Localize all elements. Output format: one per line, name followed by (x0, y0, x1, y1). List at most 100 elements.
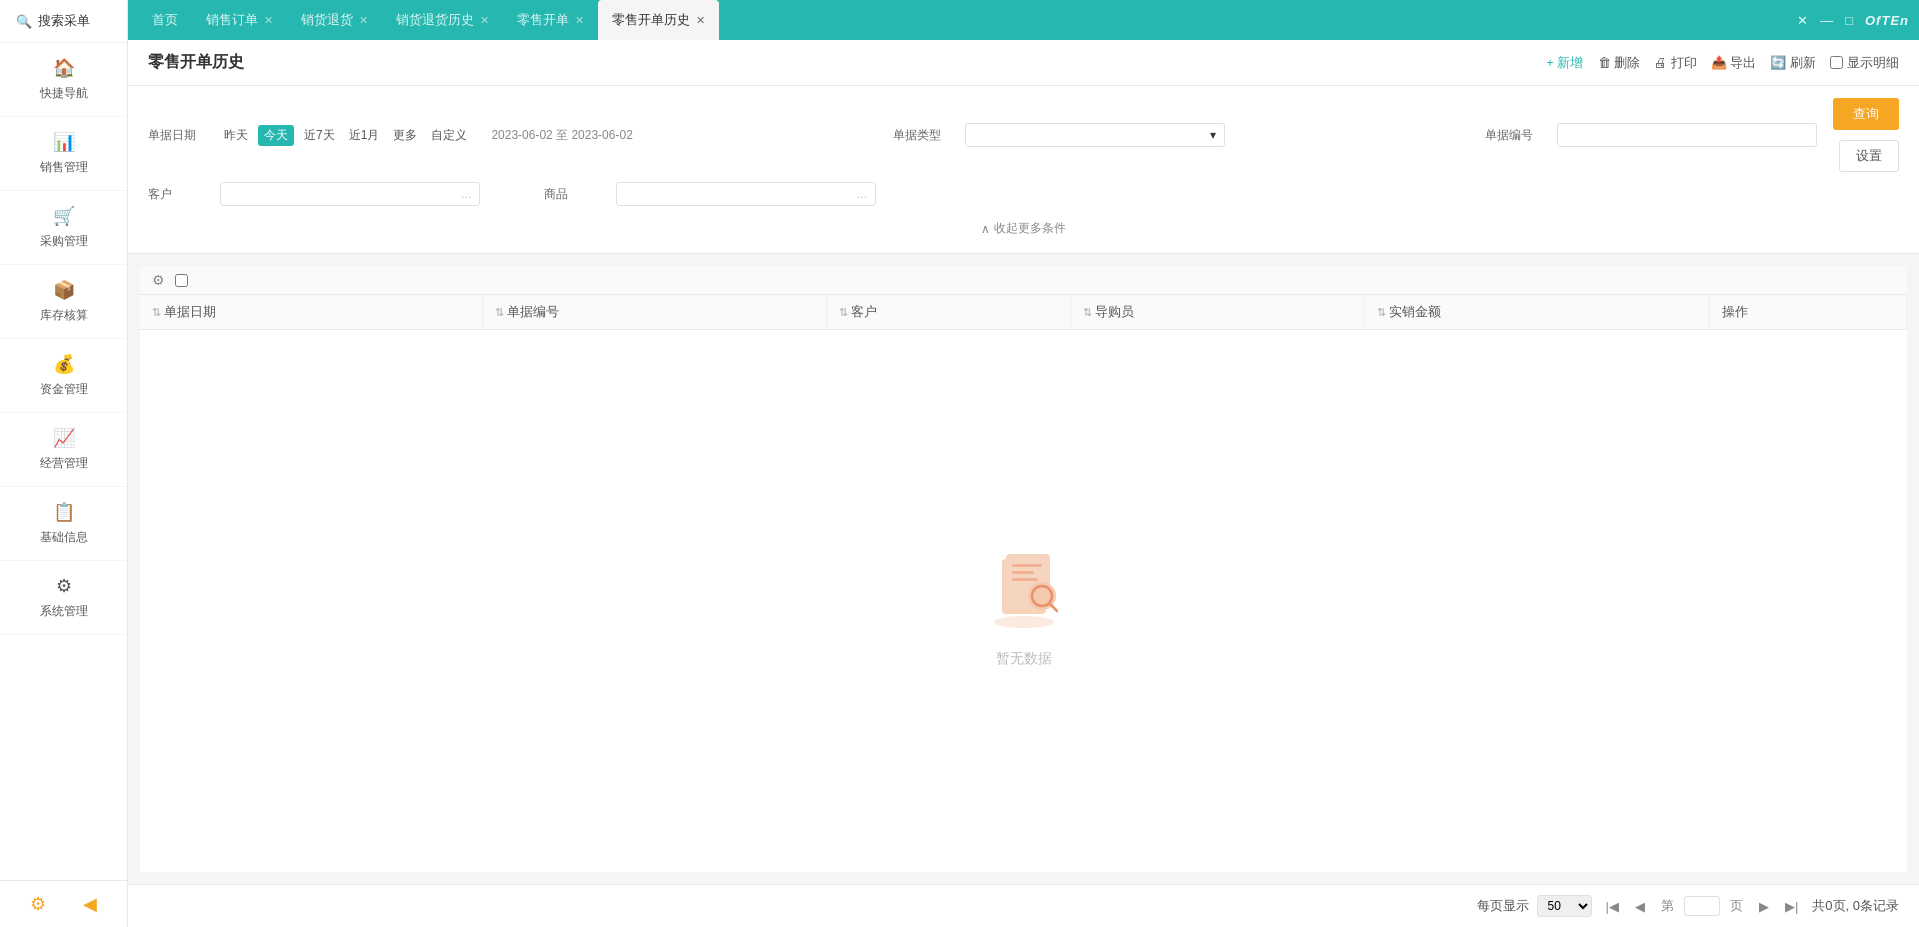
order-type-select[interactable]: ▾ (965, 123, 1225, 147)
page-unit-label: 页 (1724, 895, 1749, 917)
setting-button[interactable]: 设置 (1839, 140, 1899, 172)
order-no-input[interactable] (1557, 123, 1817, 147)
date-shortcut-近1月[interactable]: 近1月 (345, 125, 384, 146)
col-header-no[interactable]: ⇅单据编号 (482, 295, 826, 330)
content-area: ⚙ ⇅单据日期⇅单据编号⇅客户⇅导购员⇅实销金额操作 (128, 254, 1919, 884)
sidebar-item-label-purchase-mgmt: 采购管理 (40, 233, 88, 250)
inventory-icon: 📦 (53, 279, 75, 301)
finance-mgmt-icon: 💰 (53, 353, 75, 375)
last-page-btn[interactable]: ▶| (1779, 897, 1804, 916)
search-icon: 🔍 (16, 14, 32, 29)
col-header-action: 操作 (1709, 295, 1906, 330)
col-header-date[interactable]: ⇅单据日期 (140, 295, 482, 330)
page-area: 零售开单历史 + 新增 🗑 删除 🖨 打印 📤 导出 🔄 刷新 显示明细 单据日… (128, 40, 1919, 927)
tab-label-retail-open: 零售开单 (517, 11, 569, 29)
order-type-label: 单据类型 (893, 127, 949, 144)
goods-dots: ... (857, 187, 867, 201)
tab-sales-return[interactable]: 销货退货✕ (287, 0, 382, 40)
sidebar-item-basic-info[interactable]: 📋 基础信息 (0, 487, 127, 561)
minimize-icon[interactable]: — (1820, 13, 1833, 28)
sort-arrows-amount: ⇅ (1377, 306, 1386, 318)
sidebar-item-label-quick-nav: 快捷导航 (40, 85, 88, 102)
pagination: 每页显示 50 100 200 |◀ ◀ 第 1 页 ▶ ▶| 共0页, 0条记… (128, 884, 1919, 927)
maximize-icon[interactable]: □ (1845, 13, 1853, 28)
tab-close-sales-return[interactable]: ✕ (359, 14, 368, 27)
date-shortcut-昨天[interactable]: 昨天 (220, 125, 252, 146)
tab-label-sales-order: 销售订单 (206, 11, 258, 29)
data-table: ⇅单据日期⇅单据编号⇅客户⇅导购员⇅实销金额操作 (140, 295, 1907, 330)
table-settings-icon[interactable]: ⚙ (152, 272, 165, 288)
sort-arrows-date: ⇅ (152, 306, 161, 318)
sidebar-item-purchase-mgmt[interactable]: 🛒 采购管理 (0, 191, 127, 265)
svg-rect-5 (1012, 578, 1038, 581)
basic-info-icon: 📋 (53, 501, 75, 523)
sidebar-item-label-finance-mgmt: 资金管理 (40, 381, 88, 398)
sidebar-bottom: ⚙ ◀ (0, 880, 127, 927)
print-button[interactable]: 🖨 打印 (1654, 54, 1697, 72)
collapse-sidebar-icon[interactable]: ◀ (83, 893, 97, 915)
sidebar-item-operation-mgmt[interactable]: 📈 经营管理 (0, 413, 127, 487)
svg-line-8 (1050, 604, 1057, 611)
sidebar-search[interactable]: 🔍 搜索采单 (0, 0, 127, 43)
table-area: ⚙ ⇅单据日期⇅单据编号⇅客户⇅导购员⇅实销金额操作 (140, 266, 1907, 872)
export-button[interactable]: 📤 导出 (1711, 54, 1757, 72)
sidebar-item-label-sales-mgmt: 销售管理 (40, 159, 88, 176)
page-actions: + 新增 🗑 删除 🖨 打印 📤 导出 🔄 刷新 显示明细 (1546, 54, 1899, 72)
tab-retail-open[interactable]: 零售开单 ✕ (503, 0, 598, 40)
date-shortcut-自定义[interactable]: 自定义 (427, 125, 471, 146)
first-page-btn[interactable]: |◀ (1600, 897, 1625, 916)
dropdown-icon: ▾ (1210, 128, 1216, 142)
tab-close-sales-return-history[interactable]: ✕ (480, 14, 489, 27)
top-nav: 首页销售订单✕销货退货✕销货退货历史✕零售开单✕零售开单历史✕ ✕ — □ Of… (128, 0, 1919, 40)
date-shortcut-近7天[interactable]: 近7天 (300, 125, 339, 146)
sidebar-search-label: 搜索采单 (38, 12, 90, 30)
filter-row-1: 单据日期 昨天今天近7天近1月更多自定义 2023-06-02 至 2023-0… (148, 98, 1899, 172)
add-button[interactable]: + 新增 (1546, 54, 1583, 72)
sidebar-item-sales-mgmt[interactable]: 📊 销售管理 (0, 117, 127, 191)
col-header-amount[interactable]: ⇅实销金额 (1365, 295, 1709, 330)
close-window-icon[interactable]: ✕ (1797, 13, 1808, 28)
sidebar-item-label-system-mgmt: 系统管理 (40, 603, 88, 620)
sort-arrows-salesperson: ⇅ (1083, 306, 1092, 318)
sidebar-item-finance-mgmt[interactable]: 💰 资金管理 (0, 339, 127, 413)
sidebar-item-quick-nav[interactable]: 🏠 快捷导航 (0, 43, 127, 117)
prev-page-btn[interactable]: ◀ (1629, 897, 1651, 916)
tab-label-home: 首页 (152, 11, 178, 29)
collapse-button[interactable]: ∧ 收起更多条件 (148, 216, 1899, 241)
sidebar: 🔍 搜索采单 🏠 快捷导航📊 销售管理🛒 采购管理📦 库存核算💰 资金管理📈 经… (0, 0, 128, 927)
filter-row-2: 客户 ... 商品 ... (148, 182, 1899, 206)
date-range-display: 2023-06-02 至 2023-06-02 (491, 127, 632, 144)
tab-sales-order[interactable]: 销售订单 ✕ (192, 0, 287, 40)
customer-select[interactable]: ... (220, 182, 480, 206)
select-all-checkbox[interactable] (175, 274, 188, 287)
settings-bottom-icon[interactable]: ⚙ (30, 893, 46, 915)
svg-point-0 (994, 616, 1054, 628)
date-shortcut-更多[interactable]: 更多 (389, 125, 421, 146)
tab-close-sales-order[interactable]: ✕ (264, 14, 273, 27)
tab-sales-return-history[interactable]: 销货退货历史✕ (382, 0, 503, 40)
refresh-button[interactable]: 🔄 刷新 (1770, 54, 1816, 72)
date-filter-label: 单据日期 (148, 127, 204, 144)
tab-close-retail-open-history[interactable]: ✕ (696, 14, 705, 27)
col-header-salesperson[interactable]: ⇅导购员 (1071, 295, 1365, 330)
empty-illustration (974, 534, 1074, 634)
sidebar-item-inventory[interactable]: 📦 库存核算 (0, 265, 127, 339)
goods-select[interactable]: ... (616, 182, 876, 206)
main-area: 首页销售订单✕销货退货✕销货退货历史✕零售开单✕零售开单历史✕ ✕ — □ Of… (128, 0, 1919, 927)
tab-retail-open-history[interactable]: 零售开单历史✕ (598, 0, 719, 40)
sidebar-item-system-mgmt[interactable]: ⚙ 系统管理 (0, 561, 127, 635)
col-header-customer[interactable]: ⇅客户 (827, 295, 1071, 330)
query-button[interactable]: 查询 (1833, 98, 1899, 130)
date-shortcut-今天[interactable]: 今天 (258, 125, 294, 146)
show-detail-label: 显示明细 (1847, 54, 1899, 72)
tab-home[interactable]: 首页 (138, 0, 192, 40)
next-page-btn[interactable]: ▶ (1753, 897, 1775, 916)
show-detail-checkbox[interactable] (1830, 56, 1843, 69)
tab-close-retail-open[interactable]: ✕ (575, 14, 584, 27)
page-number-input[interactable]: 1 (1684, 896, 1720, 916)
per-page-select[interactable]: 50 100 200 (1537, 895, 1592, 917)
brand-label: OfTEn (1865, 13, 1909, 28)
sidebar-item-label-inventory: 库存核算 (40, 307, 88, 324)
delete-button[interactable]: 🗑 删除 (1598, 54, 1641, 72)
filter-area: 单据日期 昨天今天近7天近1月更多自定义 2023-06-02 至 2023-0… (128, 86, 1919, 254)
